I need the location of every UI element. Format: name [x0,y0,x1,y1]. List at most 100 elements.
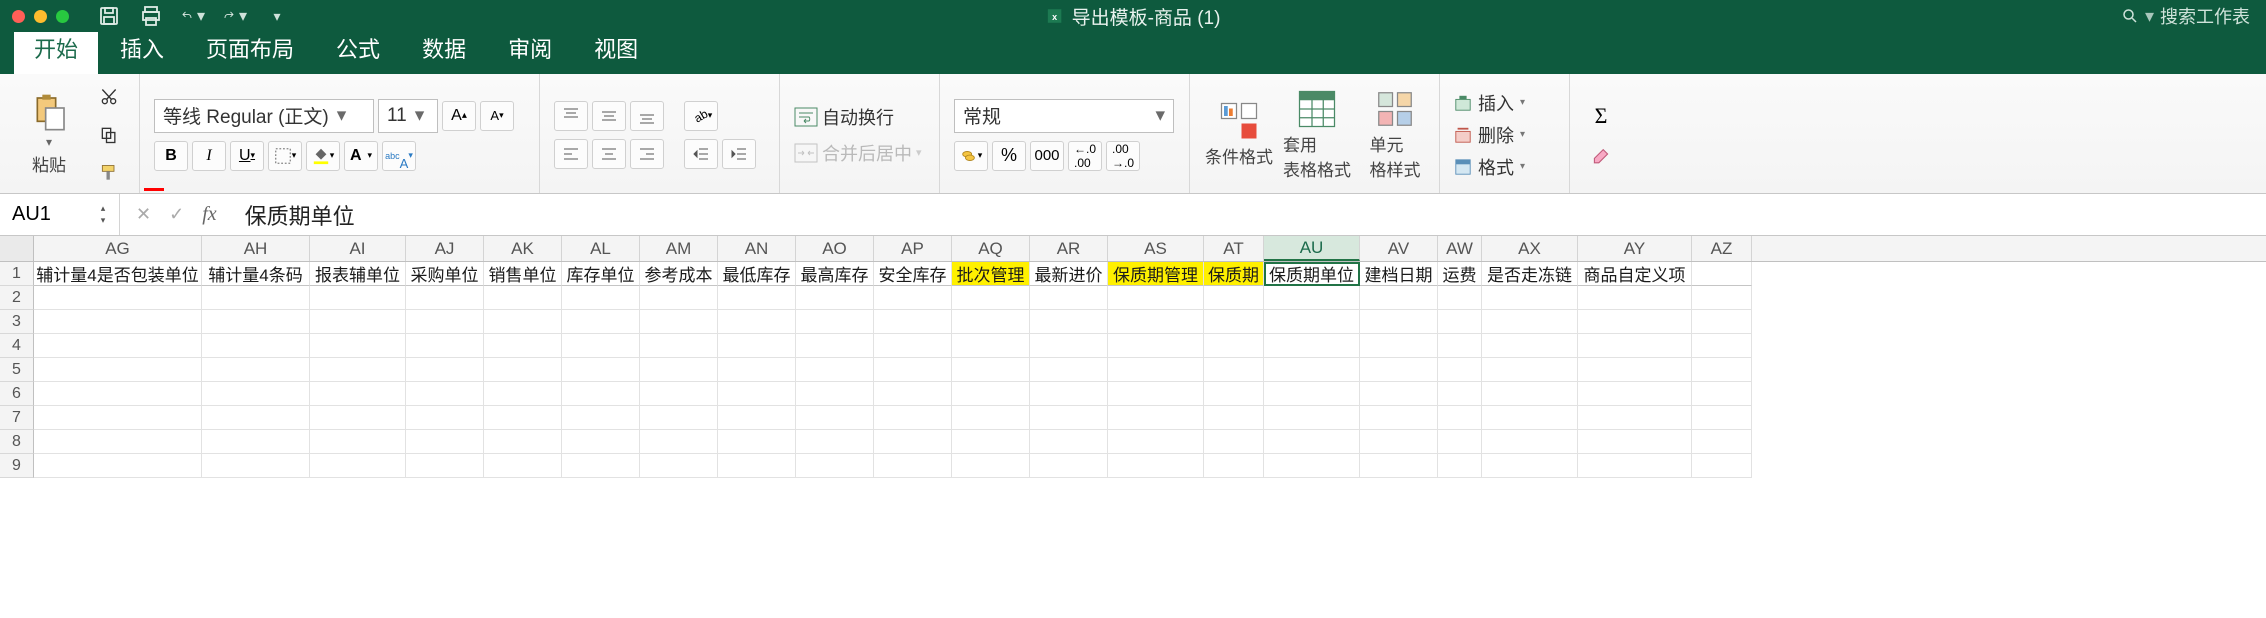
column-header-AM[interactable]: AM [640,236,718,261]
cell-AY2[interactable] [1578,286,1692,310]
cell-AX4[interactable] [1482,334,1578,358]
cell-AH3[interactable] [202,310,310,334]
print-icon[interactable] [139,5,163,27]
cell-AQ3[interactable] [952,310,1030,334]
cell-AW4[interactable] [1438,334,1482,358]
cell-grid[interactable]: 1辅计量4是否包装单位辅计量4条码报表辅单位采购单位销售单位库存单位参考成本最低… [0,262,2266,478]
align-bottom-button[interactable] [630,101,664,131]
cell-AW3[interactable] [1438,310,1482,334]
cell-AV2[interactable] [1360,286,1438,310]
cell-AM4[interactable] [640,334,718,358]
cell-AU4[interactable] [1264,334,1360,358]
cell-AR2[interactable] [1030,286,1108,310]
cell-AL3[interactable] [562,310,640,334]
cell-AJ7[interactable] [406,406,484,430]
paste-button[interactable]: ▾ 粘贴 [14,93,84,176]
row-header-8[interactable]: 8 [0,430,34,454]
cell-AL7[interactable] [562,406,640,430]
cell-AU2[interactable] [1264,286,1360,310]
row-header-7[interactable]: 7 [0,406,34,430]
cell-AQ7[interactable] [952,406,1030,430]
undo-icon[interactable]: ▾ [181,5,205,27]
cell-AL1[interactable]: 库存单位 [562,262,640,286]
cell-AT9[interactable] [1204,454,1264,478]
cell-AS9[interactable] [1108,454,1204,478]
font-color-button[interactable]: A▾ [344,141,378,171]
font-size-combo[interactable]: 11▾ [378,99,438,133]
column-header-AV[interactable]: AV [1360,236,1438,261]
cell-AN1[interactable]: 最低库存 [718,262,796,286]
cell-AV5[interactable] [1360,358,1438,382]
cell-AO4[interactable] [796,334,874,358]
column-header-AR[interactable]: AR [1030,236,1108,261]
delete-cells-button[interactable]: 删除▾ [1454,122,1555,148]
cell-AV1[interactable]: 建档日期 [1360,262,1438,286]
cell-AY1[interactable]: 商品自定义项 [1578,262,1692,286]
cell-AK9[interactable] [484,454,562,478]
orientation-button[interactable]: ab▾ [684,101,718,131]
row-header-5[interactable]: 5 [0,358,34,382]
select-all-corner[interactable] [0,236,34,261]
cell-AS6[interactable] [1108,382,1204,406]
cell-AT5[interactable] [1204,358,1264,382]
cell-AZ1[interactable] [1692,262,1752,286]
minimize-window-button[interactable] [34,10,47,23]
cell-AX8[interactable] [1482,430,1578,454]
cell-AV8[interactable] [1360,430,1438,454]
cell-AJ9[interactable] [406,454,484,478]
cell-AJ5[interactable] [406,358,484,382]
column-header-AN[interactable]: AN [718,236,796,261]
row-header-3[interactable]: 3 [0,310,34,334]
cell-AS7[interactable] [1108,406,1204,430]
column-header-AP[interactable]: AP [874,236,952,261]
cell-AN2[interactable] [718,286,796,310]
cell-AX3[interactable] [1482,310,1578,334]
cell-AG8[interactable] [34,430,202,454]
increase-indent-button[interactable] [722,139,756,169]
cell-AP1[interactable]: 安全库存 [874,262,952,286]
cell-AN4[interactable] [718,334,796,358]
cell-AK1[interactable]: 销售单位 [484,262,562,286]
conditional-format-button[interactable]: 条件格式 [1204,101,1274,168]
increase-decimal-button[interactable]: ←.0.00 [1068,141,1102,171]
column-header-AG[interactable]: AG [34,236,202,261]
cell-AH9[interactable] [202,454,310,478]
cell-AH8[interactable] [202,430,310,454]
cell-AZ4[interactable] [1692,334,1752,358]
cell-AV9[interactable] [1360,454,1438,478]
cell-AQ6[interactable] [952,382,1030,406]
cell-AU3[interactable] [1264,310,1360,334]
cell-AP8[interactable] [874,430,952,454]
column-header-AO[interactable]: AO [796,236,874,261]
cell-AK3[interactable] [484,310,562,334]
cell-AI8[interactable] [310,430,406,454]
confirm-edit-button[interactable]: ✓ [169,204,184,225]
cell-AT6[interactable] [1204,382,1264,406]
cell-AP7[interactable] [874,406,952,430]
cell-AN7[interactable] [718,406,796,430]
align-center-button[interactable] [592,139,626,169]
cell-AK4[interactable] [484,334,562,358]
cell-AN5[interactable] [718,358,796,382]
cell-AG4[interactable] [34,334,202,358]
cell-AT7[interactable] [1204,406,1264,430]
cell-AI5[interactable] [310,358,406,382]
row-header-1[interactable]: 1 [0,262,34,286]
cell-AP2[interactable] [874,286,952,310]
column-header-AJ[interactable]: AJ [406,236,484,261]
cell-style-button[interactable]: 单元 格样式 [1360,89,1430,181]
table-format-button[interactable]: 套用 表格格式 [1282,89,1352,181]
cell-AI3[interactable] [310,310,406,334]
cell-AK5[interactable] [484,358,562,382]
search-box[interactable]: ▾ 搜索工作表 [2121,3,2250,29]
cell-AJ2[interactable] [406,286,484,310]
cell-AJ4[interactable] [406,334,484,358]
cell-AX9[interactable] [1482,454,1578,478]
cell-AQ5[interactable] [952,358,1030,382]
cell-AM2[interactable] [640,286,718,310]
column-header-AT[interactable]: AT [1204,236,1264,261]
copy-button[interactable] [92,120,126,150]
cell-AW9[interactable] [1438,454,1482,478]
cell-AG6[interactable] [34,382,202,406]
column-header-AL[interactable]: AL [562,236,640,261]
